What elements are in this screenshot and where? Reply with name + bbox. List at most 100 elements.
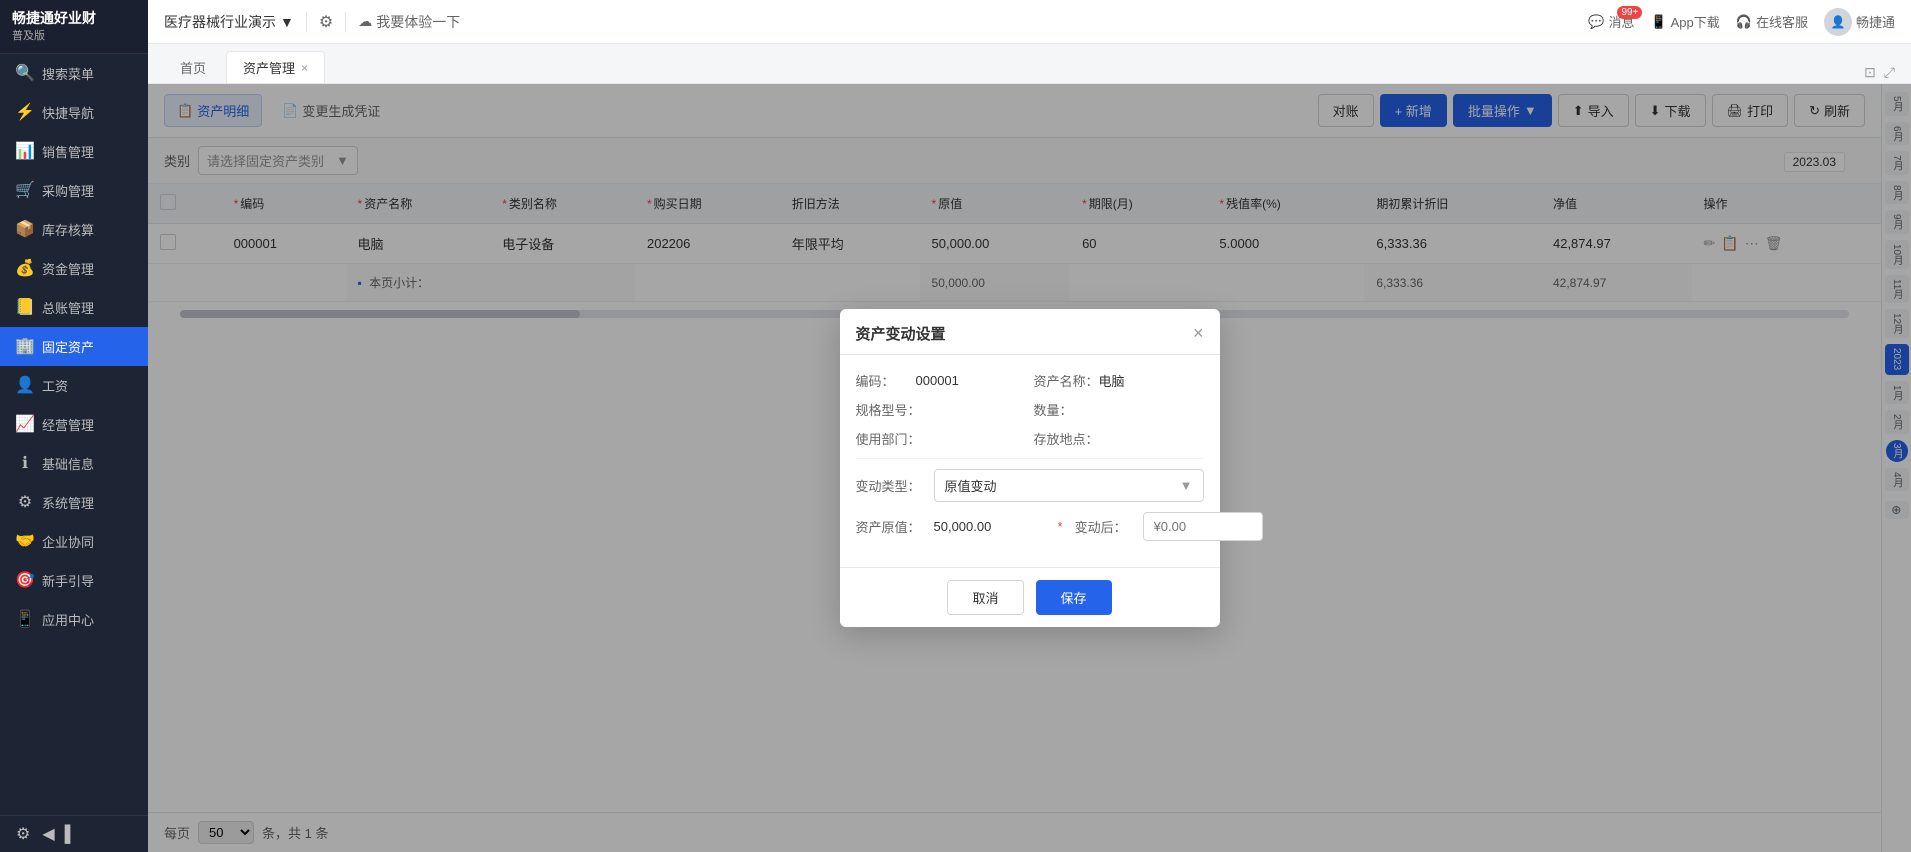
sidebar-item-quicknav[interactable]: ⚡ 快捷导航	[0, 93, 148, 132]
maximize-icon[interactable]: ⊡	[1864, 64, 1876, 81]
app-download-label: App下载	[1671, 12, 1720, 31]
app-logo: 畅捷通好业财 普及版	[12, 10, 96, 43]
sidebar-item-fixed-assets[interactable]: 🏢 固定资产	[0, 327, 148, 366]
topbar-divider2	[345, 12, 346, 32]
required-star: *	[1058, 519, 1063, 534]
dialog-row-2: 规格型号： 数量：	[856, 400, 1204, 419]
app-download-button[interactable]: 📱 App下载	[1650, 12, 1719, 31]
sidebar-item-ledger[interactable]: 📒 总账管理	[0, 288, 148, 327]
code-value: 000001	[916, 373, 959, 388]
sidebar-item-label: 系统管理	[42, 493, 94, 512]
dialog-title: 资产变动设置	[856, 323, 946, 344]
asset-name-value: 电脑	[1099, 371, 1125, 390]
tab-home-label: 首页	[180, 58, 206, 77]
collapse-icon[interactable]: ◀ ▐	[42, 824, 70, 844]
payroll-icon: 👤	[16, 376, 34, 394]
modal-overlay: 资产变动设置 × 编码： 000001 资产名称： 电脑	[148, 84, 1911, 852]
sidebar-item-label: 企业协同	[42, 532, 94, 551]
sidebar-item-inventory[interactable]: 📦 库存核算	[0, 210, 148, 249]
sidebar-footer: ⚙ ◀ ▐	[0, 815, 148, 852]
company-selector[interactable]: 医疗器械行业演示 ▼	[164, 12, 294, 32]
after-change-label: 变动后：	[1075, 517, 1135, 536]
sidebar-item-sales[interactable]: 📊 销售管理	[0, 132, 148, 171]
message-icon: 💬	[1588, 14, 1604, 30]
avatar: 👤	[1824, 8, 1852, 36]
field-location: 存放地点：	[1034, 429, 1204, 448]
sidebar-item-label: 总账管理	[42, 298, 94, 317]
sidebar-item-label: 工资	[42, 376, 68, 395]
purchase-icon: 🛒	[16, 181, 34, 199]
settings-gear-icon[interactable]: ⚙	[319, 12, 333, 32]
service-label: 在线客服	[1756, 12, 1808, 31]
message-button[interactable]: 💬 消息 99+	[1588, 12, 1634, 31]
sidebar-item-label: 采购管理	[42, 181, 94, 200]
search-icon: 🔍	[16, 64, 34, 82]
username: 畅捷通	[1856, 12, 1895, 31]
app-version: 普及版	[12, 27, 96, 43]
topbar-right: 💬 消息 99+ 📱 App下载 🎧 在线客服 👤 畅捷通	[1588, 8, 1895, 36]
sidebar-item-system[interactable]: ⚙ 系统管理	[0, 483, 148, 522]
quantity-label: 数量：	[1034, 400, 1094, 419]
finance-icon: 💰	[16, 259, 34, 277]
sidebar-item-guide[interactable]: 🎯 新手引导	[0, 561, 148, 600]
sidebar-nav: 🔍 搜索菜单 ⚡ 快捷导航 📊 销售管理 🛒 采购管理 📦 库存核算 💰 资金管…	[0, 54, 148, 815]
cancel-button[interactable]: 取消	[947, 580, 1023, 615]
sidebar-item-payroll[interactable]: 👤 工资	[0, 366, 148, 405]
change-type-label: 变动类型：	[856, 476, 926, 495]
field-code: 编码： 000001	[856, 371, 1026, 390]
sidebar-item-label: 应用中心	[42, 610, 94, 629]
asset-name-label: 资产名称：	[1034, 371, 1099, 390]
system-icon: ⚙	[16, 493, 34, 511]
dialog-close-icon[interactable]: ×	[1193, 323, 1204, 344]
asset-original-label: 资产原值：	[856, 517, 926, 536]
ledger-icon: 📒	[16, 298, 34, 316]
tab-bar: 首页 资产管理 × ⊡ ⤢	[148, 44, 1911, 84]
topbar: 医疗器械行业演示 ▼ ⚙ ☁ 我要体验一下 💬 消息 99+ 📱 App下载 🎧…	[148, 0, 1911, 44]
quicknav-icon: ⚡	[16, 103, 34, 121]
app-name: 畅捷通好业财	[12, 10, 96, 27]
fullscreen-icon[interactable]: ⤢	[1884, 64, 1895, 81]
tab-close-icon[interactable]: ×	[301, 61, 308, 75]
dialog-row-1: 编码： 000001 资产名称： 电脑	[856, 371, 1204, 390]
sidebar-item-basic-info[interactable]: ℹ 基础信息	[0, 444, 148, 483]
cloud-icon: ☁	[358, 13, 372, 30]
sidebar-item-appstore[interactable]: 📱 应用中心	[0, 600, 148, 639]
sidebar-item-search[interactable]: 🔍 搜索菜单	[0, 54, 148, 93]
spec-label: 规格型号：	[856, 400, 921, 419]
save-button[interactable]: 保存	[1036, 580, 1112, 615]
company-chevron-icon: ▼	[280, 14, 294, 30]
sidebar-item-cooperation[interactable]: 🤝 企业协同	[0, 522, 148, 561]
user-menu[interactable]: 👤 畅捷通	[1824, 8, 1895, 36]
after-change-input[interactable]	[1143, 512, 1263, 541]
sidebar-item-operations[interactable]: 📈 经营管理	[0, 405, 148, 444]
dialog-body: 编码： 000001 资产名称： 电脑 规格型号：	[840, 355, 1220, 567]
change-type-select[interactable]: 原值变动 ▼	[934, 469, 1204, 502]
operations-icon: 📈	[16, 415, 34, 433]
sidebar-item-label: 快捷导航	[42, 103, 94, 122]
tab-asset-management[interactable]: 资产管理 ×	[226, 51, 325, 83]
asset-original-value: 50,000.00	[934, 519, 1034, 534]
sidebar-item-label: 经营管理	[42, 415, 94, 434]
sidebar-item-purchase[interactable]: 🛒 采购管理	[0, 171, 148, 210]
dialog-row-3: 使用部门： 存放地点：	[856, 429, 1204, 448]
change-type-chevron-icon: ▼	[1180, 478, 1193, 493]
customer-service-button[interactable]: 🎧 在线客服	[1736, 12, 1808, 31]
sidebar-item-finance[interactable]: 💰 资金管理	[0, 249, 148, 288]
settings-icon[interactable]: ⚙	[16, 824, 30, 844]
tab-home[interactable]: 首页	[164, 52, 222, 83]
appstore-icon: 📱	[16, 610, 34, 628]
cloud-trial[interactable]: ☁ 我要体验一下	[358, 12, 460, 32]
sidebar-item-label: 基础信息	[42, 454, 94, 473]
inventory-icon: 📦	[16, 220, 34, 238]
sales-icon: 📊	[16, 142, 34, 160]
dept-label: 使用部门：	[856, 429, 921, 448]
sidebar: 畅捷通好业财 普及版 🔍 搜索菜单 ⚡ 快捷导航 📊 销售管理 🛒 采购管理 📦…	[0, 0, 148, 852]
app-icon: 📱	[1650, 14, 1666, 30]
asset-change-dialog: 资产变动设置 × 编码： 000001 资产名称： 电脑	[840, 309, 1220, 627]
sidebar-item-label: 固定资产	[42, 337, 94, 356]
service-icon: 🎧	[1736, 14, 1752, 30]
company-name: 医疗器械行业演示	[164, 12, 276, 32]
dialog-header: 资产变动设置 ×	[840, 309, 1220, 355]
field-asset-name: 资产名称： 电脑	[1034, 371, 1204, 390]
field-spec: 规格型号：	[856, 400, 1026, 419]
